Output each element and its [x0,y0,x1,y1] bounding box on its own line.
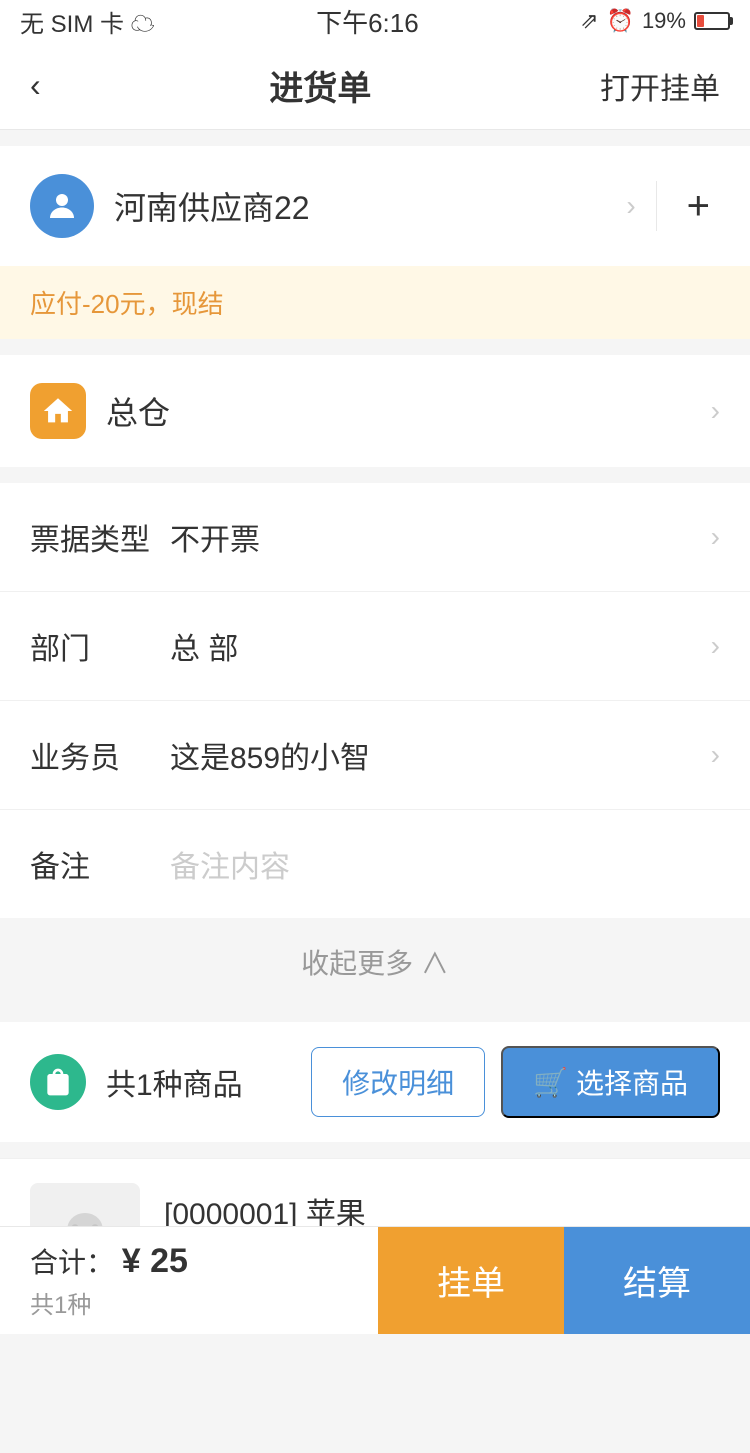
nav-bar: ‹ 进货单 打开挂单 [0,42,750,130]
total-count: 共1种 [30,1285,348,1320]
total-amount: ¥ 25 [122,1242,188,1280]
select-product-button[interactable]: 🛒 选择商品 [501,1046,720,1118]
status-right: ⇗ ⏰ 19% [580,8,730,34]
status-bar: 无 SIM 卡 ☁ 下午6:16 ⇗ ⏰ 19% [0,0,750,42]
vertical-divider [656,181,657,231]
bottom-bar: 合计： ¥ 25 共1种 挂单 结算 [0,1226,750,1334]
sales-label: 业务员 [30,733,170,777]
supplier-row[interactable]: 河南供应商22 › + [0,146,750,266]
remark-row[interactable]: 备注 备注内容 [0,810,750,918]
supplier-avatar [30,174,94,238]
product-icon [30,1054,86,1110]
invoice-chevron-icon: › [711,521,720,553]
open-hang-button[interactable]: 打开挂单 [600,64,720,108]
supplier-section: 河南供应商22 › + 应付-20元，现结 [0,146,750,339]
collapse-button[interactable]: 收起更多 ∧ [0,918,750,1006]
status-left: 无 SIM 卡 ☁ [20,4,155,39]
invoice-row[interactable]: 票据类型 不开票 › [0,483,750,592]
product-count: 共1种商品 [106,1060,311,1104]
battery-label: 19% [642,8,686,34]
sales-value: 这是859的小智 [170,733,711,777]
alarm-icon: ⏰ [607,8,634,34]
sim-label: 无 SIM 卡 ☁ [20,4,155,39]
total-label: 合计： [30,1247,114,1278]
location-icon: ⇗ [580,8,598,34]
supplier-chevron-icon: › [626,190,635,222]
sales-chevron-icon: › [711,739,720,771]
page-title: 进货单 [269,61,371,110]
dept-value: 总 部 [170,624,711,668]
shopping-bag-icon [42,1066,74,1098]
supplier-name: 河南供应商22 [114,183,626,229]
notice-bar: 应付-20元，现结 [0,266,750,339]
select-product-label: 选择商品 [576,1062,688,1102]
bottom-total: 合计： ¥ 25 共1种 [0,1227,378,1334]
form-section: 票据类型 不开票 › 部门 总 部 › 业务员 这是859的小智 › 备注 备注… [0,483,750,918]
product-header: 共1种商品 修改明细 🛒 选择商品 [0,1022,750,1142]
battery-icon [694,12,730,30]
remark-input[interactable]: 备注内容 [170,842,720,886]
back-button[interactable]: ‹ [30,67,41,104]
hang-button[interactable]: 挂单 [378,1227,564,1334]
remark-label: 备注 [30,842,170,886]
add-supplier-button[interactable]: + [677,184,720,229]
person-icon [44,188,80,224]
warehouse-name: 总仓 [106,388,711,434]
dept-label: 部门 [30,624,170,668]
edit-detail-button[interactable]: 修改明细 [311,1047,485,1117]
invoice-value: 不开票 [170,515,711,559]
invoice-label: 票据类型 [30,515,170,559]
home-icon [41,394,75,428]
warehouse-icon [30,383,86,439]
dept-row[interactable]: 部门 总 部 › [0,592,750,701]
warehouse-row[interactable]: 总仓 › [0,355,750,467]
total-line: 合计： ¥ 25 [30,1241,348,1281]
sales-row[interactable]: 业务员 这是859的小智 › [0,701,750,810]
dept-chevron-icon: › [711,630,720,662]
checkout-button[interactable]: 结算 [564,1227,750,1334]
warehouse-section: 总仓 › [0,355,750,467]
cart-icon: 🛒 [533,1066,568,1099]
warehouse-chevron-icon: › [711,395,720,427]
status-time: 下午6:16 [316,3,419,40]
